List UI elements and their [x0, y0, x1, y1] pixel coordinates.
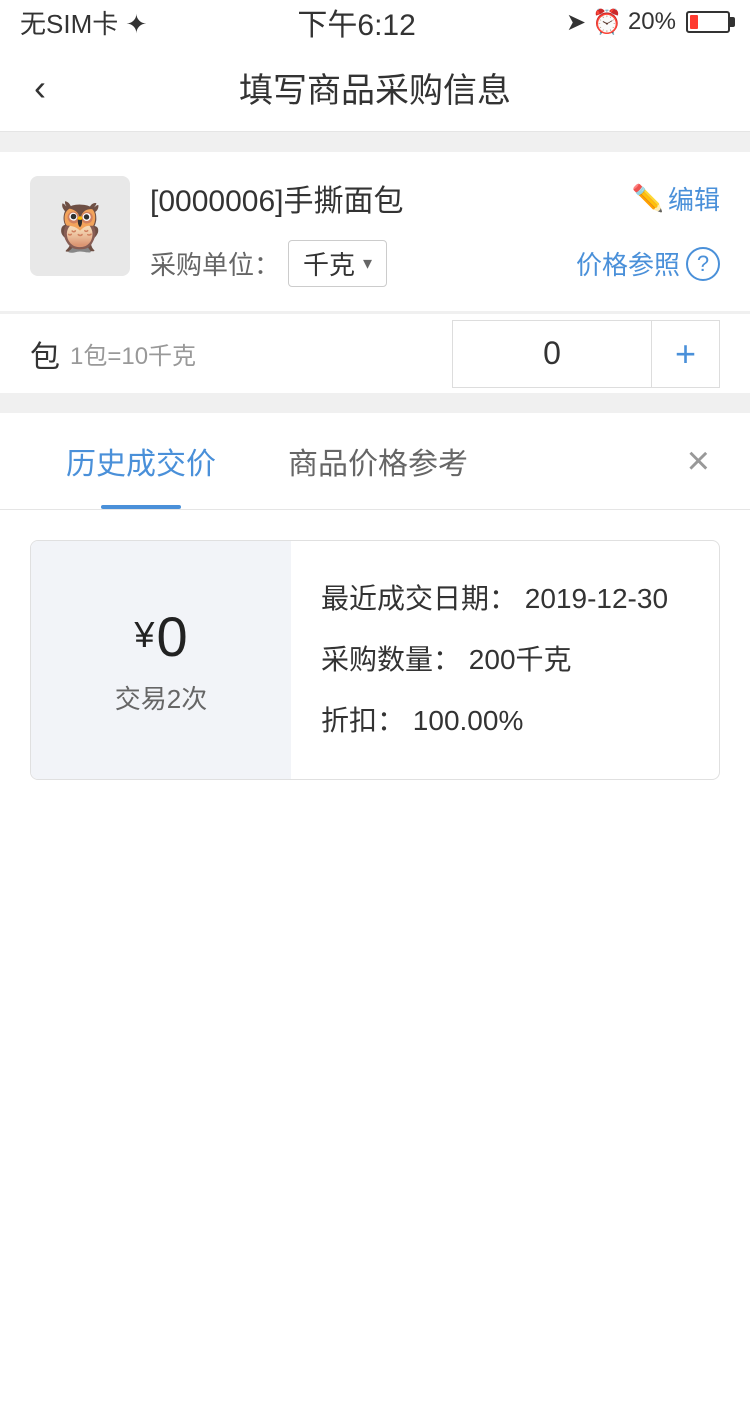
qty-label-group: 包 1包=10千克 [30, 332, 196, 376]
tabs-container: 历史成交价 商品价格参考 [30, 413, 504, 509]
product-logo-icon: 🦉 [50, 198, 110, 255]
location-icon: ➤ [566, 8, 586, 37]
history-qty-row: 采购数量： 200千克 [321, 638, 689, 683]
history-price: ¥ 0 [134, 604, 187, 669]
discount-value: 100.00% [413, 705, 524, 736]
qty-control: + [452, 320, 720, 388]
tab-price-ref-label: 商品价格参考 [288, 448, 468, 481]
page-title: 填写商品采购信息 [239, 63, 511, 112]
tab-history-price[interactable]: 历史成交价 [30, 413, 252, 509]
tab-history-label: 历史成交价 [66, 448, 216, 481]
qty-plus-button[interactable]: + [652, 320, 720, 388]
quantity-section: 包 1包=10千克 + [0, 313, 750, 393]
status-bar: 无SIM卡 ✦ 下午6:12 ➤ ⏰ 20% [0, 0, 750, 44]
status-time: 下午6:12 [297, 0, 415, 44]
history-content: ¥ 0 交易2次 最近成交日期： 2019-12-30 采购数量： 200千克 … [0, 510, 750, 810]
date-label: 最近成交日期： [321, 583, 517, 614]
qty-unit-ratio: 1包=10千克 [70, 336, 196, 371]
quantity-input[interactable] [452, 320, 652, 388]
product-name: [0000006]手撕面包 [150, 176, 403, 220]
history-card: ¥ 0 交易2次 最近成交日期： 2019-12-30 采购数量： 200千克 … [30, 540, 720, 780]
product-header: 🦉 [0000006]手撕面包 ✏️ 编辑 采购单位： 千克 ▾ [30, 176, 720, 287]
chevron-down-icon: ▾ [363, 253, 372, 274]
discount-label: 折扣： [321, 705, 405, 736]
qty-value-detail: 200千克 [469, 644, 572, 675]
unit-select-dropdown[interactable]: 千克 ▾ [288, 240, 387, 287]
tab-product-price-ref[interactable]: 商品价格参考 [252, 413, 504, 509]
help-icon: ? [686, 247, 720, 281]
history-discount-row: 折扣： 100.00% [321, 699, 689, 744]
product-unit-row: 采购单位： 千克 ▾ 价格参照 ? [150, 240, 720, 287]
qty-label-detail: 采购数量： [321, 644, 461, 675]
price-ref-label: 价格参照 [576, 245, 680, 282]
unit-value: 千克 [303, 245, 355, 282]
edit-label: 编辑 [668, 180, 720, 217]
history-card-left: ¥ 0 交易2次 [31, 541, 291, 779]
yen-symbol: ¥ [134, 614, 154, 656]
product-top-row: [0000006]手撕面包 ✏️ 编辑 [150, 176, 720, 220]
alarm-icon: ⏰ [592, 8, 622, 37]
price-value: 0 [156, 604, 187, 669]
qty-unit-name: 包 [30, 332, 60, 376]
history-card-right: 最近成交日期： 2019-12-30 采购数量： 200千克 折扣： 100.0… [291, 541, 719, 779]
history-date-row: 最近成交日期： 2019-12-30 [321, 577, 689, 622]
edit-button[interactable]: ✏️ 编辑 [632, 180, 720, 217]
edit-icon: ✏️ [632, 183, 664, 214]
product-card: 🦉 [0000006]手撕面包 ✏️ 编辑 采购单位： 千克 ▾ [0, 152, 750, 311]
carrier-text: 无SIM卡 ✦ [20, 4, 147, 41]
status-right: ➤ ⏰ 20% [566, 8, 730, 37]
status-left: 无SIM卡 ✦ [20, 4, 147, 41]
product-info: [0000006]手撕面包 ✏️ 编辑 采购单位： 千克 ▾ 价格参照 ? [150, 176, 720, 287]
history-trades: 交易2次 [115, 679, 207, 716]
price-reference-button[interactable]: 价格参照 ? [576, 245, 720, 282]
unit-selector-group: 采购单位： 千克 ▾ [150, 240, 387, 287]
battery-icon [686, 11, 730, 33]
tabs-section: 历史成交价 商品价格参考 × [0, 413, 750, 510]
nav-bar: ‹ 填写商品采购信息 [0, 44, 750, 132]
tab-close-button[interactable]: × [677, 429, 720, 494]
back-button[interactable]: ‹ [24, 57, 56, 119]
product-thumbnail: 🦉 [30, 176, 130, 276]
date-value: 2019-12-30 [525, 583, 668, 614]
battery-percent: 20% [628, 8, 676, 36]
bottom-space [0, 810, 750, 1410]
unit-label: 采购单位： [150, 245, 280, 282]
